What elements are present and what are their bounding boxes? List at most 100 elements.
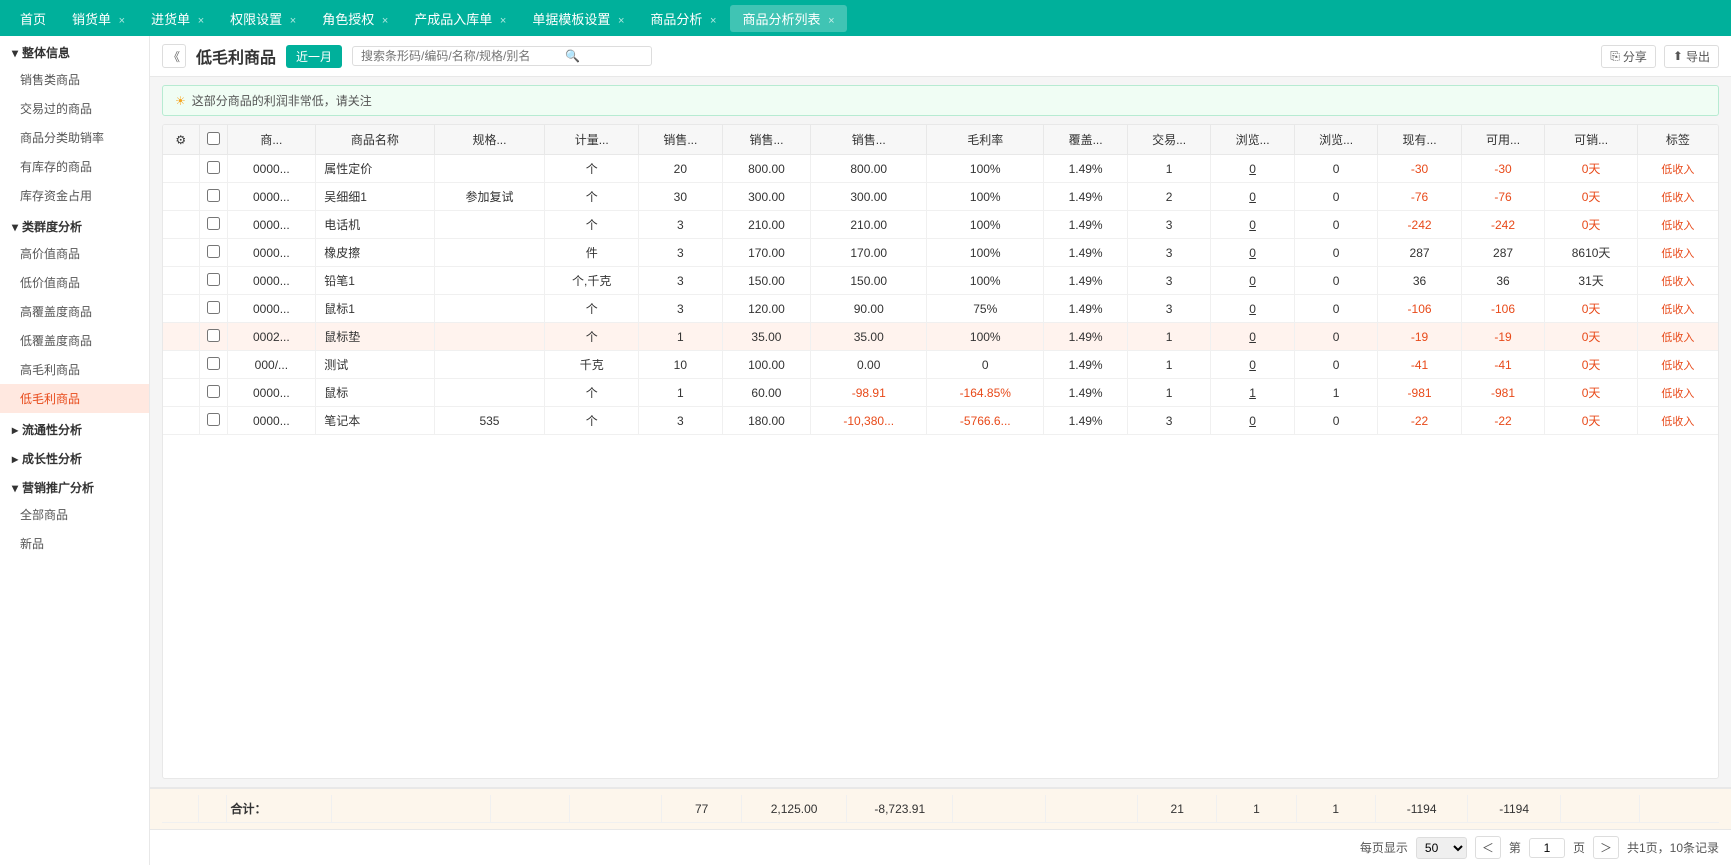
row-name-5[interactable]: 鼠标1 — [316, 295, 434, 323]
row-select-8[interactable] — [207, 385, 220, 398]
row-gross-rate-9: -5766.6... — [927, 407, 1044, 435]
close-product-icon[interactable]: × — [500, 15, 506, 27]
sidebar-item-new-products[interactable]: 新品 — [0, 529, 149, 558]
row-select-2[interactable] — [207, 217, 220, 230]
row-checkbox-0[interactable] — [199, 155, 227, 183]
row-name-3[interactable]: 橡皮擦 — [316, 239, 434, 267]
row-select-9[interactable] — [207, 413, 220, 426]
row-browse1-2[interactable]: 0 — [1211, 211, 1294, 239]
nav-analysis-list[interactable]: 商品分析列表 × — [730, 5, 846, 32]
col-coverage-header: 覆盖... — [1044, 125, 1128, 155]
row-select-3[interactable] — [207, 245, 220, 258]
row-select-1[interactable] — [207, 189, 220, 202]
row-checkbox-6[interactable] — [199, 323, 227, 351]
close-analysis-list-icon[interactable]: × — [828, 15, 834, 27]
select-all-checkbox[interactable] — [207, 132, 220, 145]
sidebar-item-low-coverage[interactable]: 低覆盖度商品 — [0, 326, 149, 355]
prev-page-button[interactable]: ＜ — [1475, 836, 1501, 859]
row-browse1-6[interactable]: 0 — [1211, 323, 1294, 351]
row-browse1-9[interactable]: 0 — [1211, 407, 1294, 435]
row-name-6[interactable]: 鼠标垫 — [316, 323, 434, 351]
nav-product-entry[interactable]: 产成品入库单 × — [402, 5, 518, 32]
sidebar-item-in-stock[interactable]: 有库存的商品 — [0, 152, 149, 181]
sidebar-item-high-margin[interactable]: 高毛利商品 — [0, 355, 149, 384]
col-checkbox[interactable] — [199, 125, 227, 155]
close-analysis-icon[interactable]: × — [710, 15, 716, 27]
row-checkbox-8[interactable] — [199, 379, 227, 407]
row-browse1-5[interactable]: 0 — [1211, 295, 1294, 323]
col-settings[interactable]: ⚙ — [163, 125, 199, 155]
sidebar-collapse-button[interactable]: 《 — [162, 44, 186, 68]
nav-permission-settings[interactable]: 权限设置 × — [218, 5, 308, 32]
row-checkbox-3[interactable] — [199, 239, 227, 267]
sidebar-group-circulation[interactable]: ▸ 流通性分析 — [0, 413, 149, 442]
row-checkbox-7[interactable] — [199, 351, 227, 379]
sidebar-item-low-margin[interactable]: 低毛利商品 — [0, 384, 149, 413]
time-filter-button[interactable]: 近一月 — [286, 45, 342, 68]
row-select-6[interactable] — [207, 329, 220, 342]
header-actions: ⎘ 分享 ⬆ 导出 — [1601, 45, 1719, 68]
row-select-5[interactable] — [207, 301, 220, 314]
close-sales-order-icon[interactable]: × — [119, 15, 125, 27]
sidebar-item-high-value[interactable]: 高价值商品 — [0, 239, 149, 268]
sidebar-item-category-rate[interactable]: 商品分类助销率 — [0, 123, 149, 152]
nav-sales-order[interactable]: 销货单 × — [60, 5, 137, 32]
row-code-9: 0000... — [227, 407, 316, 435]
row-checkbox-1[interactable] — [199, 183, 227, 211]
nav-role-auth[interactable]: 角色授权 × — [310, 5, 400, 32]
next-page-button[interactable]: ＞ — [1593, 836, 1619, 859]
sidebar-group-marketing[interactable]: ▾ 营销推广分析 — [0, 471, 149, 500]
row-browse1-0[interactable]: 0 — [1211, 155, 1294, 183]
row-browse1-3[interactable]: 0 — [1211, 239, 1294, 267]
row-select-0[interactable] — [207, 161, 220, 174]
nav-template-settings[interactable]: 单据模板设置 × — [520, 5, 636, 32]
row-checkbox-2[interactable] — [199, 211, 227, 239]
row-browse1-7[interactable]: 0 — [1211, 351, 1294, 379]
row-name-9[interactable]: 笔记本 — [316, 407, 434, 435]
sidebar-group-growth[interactable]: ▸ 成长性分析 — [0, 442, 149, 471]
row-unit-5: 个 — [545, 295, 639, 323]
row-name-4[interactable]: 铅笔1 — [316, 267, 434, 295]
row-browse1-8[interactable]: 1 — [1211, 379, 1294, 407]
row-name-0[interactable]: 属性定价 — [316, 155, 434, 183]
row-settings-3 — [163, 239, 199, 267]
search-icon[interactable]: 🔍 — [565, 49, 580, 63]
row-name-7[interactable]: 测试 — [316, 351, 434, 379]
per-page-select[interactable]: 50 20 100 — [1416, 837, 1467, 859]
row-name-8[interactable]: 鼠标 — [316, 379, 434, 407]
row-sales-count-3: 3 — [639, 239, 722, 267]
export-button[interactable]: ⬆ 导出 — [1664, 45, 1719, 68]
close-template-icon[interactable]: × — [618, 15, 624, 27]
close-purchase-order-icon[interactable]: × — [198, 15, 204, 27]
row-browse1-1[interactable]: 0 — [1211, 183, 1294, 211]
row-select-4[interactable] — [207, 273, 220, 286]
row-transactions-9: 3 — [1127, 407, 1210, 435]
sidebar-group-overall-info[interactable]: ▾ 整体信息 — [0, 36, 149, 65]
row-browse1-4[interactable]: 0 — [1211, 267, 1294, 295]
row-checkbox-5[interactable] — [199, 295, 227, 323]
sidebar-item-inventory-fund[interactable]: 库存资金占用 — [0, 181, 149, 210]
search-input[interactable] — [361, 49, 561, 63]
col-spec-header: 规格... — [434, 125, 545, 155]
row-select-7[interactable] — [207, 357, 220, 370]
share-button[interactable]: ⎘ 分享 — [1601, 45, 1656, 68]
row-name-1[interactable]: 吴细细1 — [316, 183, 434, 211]
sidebar-item-sales-products[interactable]: 销售类商品 — [0, 65, 149, 94]
sidebar-item-low-value[interactable]: 低价值商品 — [0, 268, 149, 297]
close-permission-icon[interactable]: × — [290, 15, 296, 27]
sidebar-item-high-coverage[interactable]: 高覆盖度商品 — [0, 297, 149, 326]
nav-product-analysis[interactable]: 商品分析 × — [638, 5, 728, 32]
col-available-header: 可用... — [1461, 125, 1544, 155]
close-role-icon[interactable]: × — [382, 15, 388, 27]
page-number-input[interactable] — [1529, 838, 1565, 858]
row-name-2[interactable]: 电话机 — [316, 211, 434, 239]
sidebar-item-traded-products[interactable]: 交易过的商品 — [0, 94, 149, 123]
sidebar-group-cluster-analysis[interactable]: ▾ 类群度分析 — [0, 210, 149, 239]
nav-purchase-order[interactable]: 进货单 × — [139, 5, 216, 32]
nav-home[interactable]: 首页 — [8, 5, 58, 32]
row-sales-price-9: 180.00 — [722, 407, 811, 435]
row-checkbox-9[interactable] — [199, 407, 227, 435]
row-checkbox-4[interactable] — [199, 267, 227, 295]
sidebar-item-all-products[interactable]: 全部商品 — [0, 500, 149, 529]
row-tag-1: 低收入 — [1637, 183, 1718, 211]
